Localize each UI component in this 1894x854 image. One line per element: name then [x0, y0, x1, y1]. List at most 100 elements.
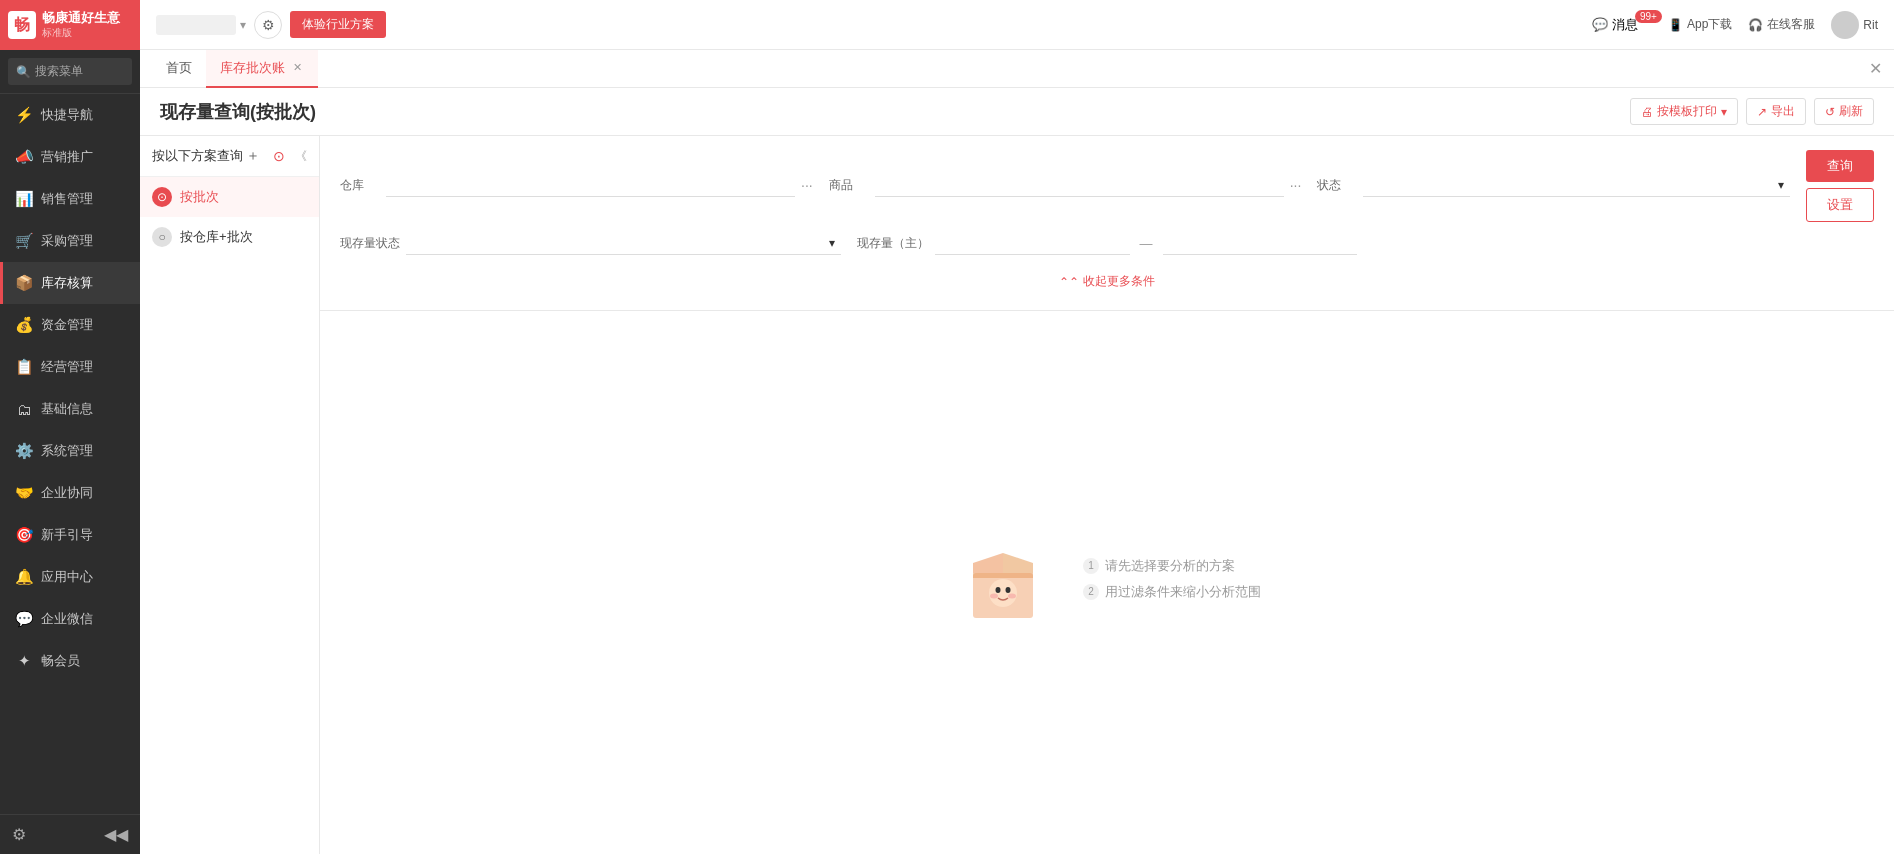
app-subtitle: 标准版: [42, 26, 120, 40]
phone-icon: 📱: [1668, 18, 1683, 32]
sidebar-item-operations[interactable]: 📋 经营管理: [0, 346, 140, 388]
sidebar-item-quick-nav[interactable]: ⚡ 快捷导航: [0, 94, 140, 136]
topbar: ▾ ⚙ 体验行业方案 💬 消息 99+ 📱 App下载 🎧 在线客服 Rit: [140, 0, 1894, 50]
tab-home[interactable]: 首页: [152, 50, 206, 88]
sidebar-item-label: 应用中心: [41, 568, 93, 586]
sidebar-item-enterprise[interactable]: 🤝 企业协同: [0, 472, 140, 514]
product-more-icon[interactable]: ···: [1290, 177, 1302, 193]
enterprise-icon: 🤝: [15, 484, 33, 502]
collapse-more-button[interactable]: ⌃⌃ 收起更多条件: [340, 265, 1874, 298]
add-scheme-button[interactable]: ＋: [243, 146, 263, 166]
tabs-right: ✕: [1869, 59, 1882, 78]
inventory-amount-min-input[interactable]: [935, 232, 1130, 255]
app-download-button[interactable]: 📱 App下载: [1668, 16, 1732, 33]
sidebar-item-finance[interactable]: 💰 资金管理: [0, 304, 140, 346]
scheme-label-warehouse-batch: 按仓库+批次: [180, 228, 253, 246]
inventory-amount-max-input[interactable]: [1163, 232, 1358, 255]
trial-button[interactable]: 体验行业方案: [290, 11, 386, 38]
app-download-label: App下载: [1687, 16, 1732, 33]
tab-inventory-batch[interactable]: 库存批次账 ✕: [206, 50, 318, 88]
product-field: 商品 ···: [829, 174, 1302, 197]
product-label: 商品: [829, 177, 869, 194]
sidebar-item-label: 销售管理: [41, 190, 93, 208]
sidebar-item-apps[interactable]: 🔔 应用中心: [0, 556, 140, 598]
settings-bottom-button[interactable]: ⚙: [12, 825, 26, 844]
left-panel-title: 按以下方案查询: [152, 147, 243, 165]
svg-rect-3: [973, 573, 1033, 578]
sidebar-item-guide[interactable]: 🎯 新手引导: [0, 514, 140, 556]
sidebar-item-wechat[interactable]: 💬 企业微信: [0, 598, 140, 640]
gear-button[interactable]: ⚙: [254, 11, 282, 39]
quick-nav-icon: ⚡: [15, 106, 33, 124]
svg-point-7: [990, 593, 998, 598]
status-select[interactable]: ▾: [1363, 174, 1790, 197]
collapse-text: 收起更多条件: [1083, 273, 1155, 290]
export-button[interactable]: ↗ 导出: [1746, 98, 1806, 125]
page-title: 现存量查询(按批次): [160, 100, 316, 124]
sidebar-item-label: 快捷导航: [41, 106, 93, 124]
tab-bar: 首页 库存批次账 ✕ ✕: [140, 50, 1894, 88]
main-area: ▾ ⚙ 体验行业方案 💬 消息 99+ 📱 App下载 🎧 在线客服 Rit: [140, 0, 1894, 854]
warehouse-input[interactable]: [386, 174, 795, 197]
sidebar-search[interactable]: 🔍 搜索菜单: [0, 50, 140, 94]
svg-marker-2: [1003, 553, 1033, 573]
collapse-sidebar-button[interactable]: ◀◀: [104, 825, 128, 844]
btn-actions: 查询 设置: [1806, 148, 1874, 222]
search-menu-button[interactable]: 🔍 搜索菜单: [8, 58, 132, 85]
search-menu-label: 搜索菜单: [35, 63, 83, 80]
sidebar-item-basic-info[interactable]: 🗂 基础信息: [0, 388, 140, 430]
step2-text: 用过滤条件来缩小分析范围: [1105, 583, 1261, 601]
message-button[interactable]: 💬 消息 99+: [1592, 16, 1652, 34]
purchase-icon: 🛒: [15, 232, 33, 250]
warehouse-more-icon[interactable]: ···: [801, 177, 813, 193]
status-dropdown-icon: ▾: [1778, 178, 1784, 192]
svg-point-5: [996, 587, 1001, 593]
print-button[interactable]: 🖨 按模板打印 ▾: [1630, 98, 1738, 125]
warehouse-label: 仓库: [340, 177, 380, 194]
sidebar-item-inventory[interactable]: 📦 库存核算: [0, 262, 140, 304]
message-label: 消息: [1612, 16, 1638, 34]
search-icon: 🔍: [16, 65, 31, 79]
sidebar-item-label: 营销推广: [41, 148, 93, 166]
left-panel: 按以下方案查询 ＋ ⊙ 《 ⊙ 按批次 ○ 按仓库+批次: [140, 136, 320, 854]
export-icon: ↗: [1757, 105, 1767, 119]
sidebar-item-vip[interactable]: ✦ 畅会员: [0, 640, 140, 682]
close-all-tabs-button[interactable]: ✕: [1869, 59, 1882, 78]
collapse-left-panel-button[interactable]: 《: [295, 148, 307, 165]
svg-point-4: [989, 579, 1017, 607]
page-header: 现存量查询(按批次) 🖨 按模板打印 ▾ ↗ 导出 ↺ 刷新: [140, 88, 1894, 136]
message-icon: 💬: [1592, 17, 1608, 32]
breadcrumb: ▾: [156, 15, 246, 35]
tab-close-button[interactable]: ✕: [291, 61, 304, 74]
scheme-item-batch[interactable]: ⊙ 按批次: [140, 177, 319, 217]
sidebar-item-purchase[interactable]: 🛒 采购管理: [0, 220, 140, 262]
sidebar-header: 畅 畅康通好生意 标准版: [0, 0, 140, 50]
refresh-button[interactable]: ↺ 刷新: [1814, 98, 1874, 125]
inventory-icon: 📦: [15, 274, 33, 292]
inventory-amount-label: 现存量（主）: [857, 235, 929, 252]
scheme-settings-button[interactable]: ⊙: [269, 146, 289, 166]
refresh-label: 刷新: [1839, 103, 1863, 120]
page-actions: 🖨 按模板打印 ▾ ↗ 导出 ↺ 刷新: [1630, 98, 1874, 125]
service-label: 在线客服: [1767, 16, 1815, 33]
product-input[interactable]: [875, 174, 1284, 197]
scheme-item-warehouse-batch[interactable]: ○ 按仓库+批次: [140, 217, 319, 257]
inventory-status-select[interactable]: ▾: [406, 232, 841, 255]
settings-button[interactable]: 设置: [1806, 188, 1874, 222]
customer-service-button[interactable]: 🎧 在线客服: [1748, 16, 1815, 33]
left-panel-actions: ＋ ⊙ 《: [243, 146, 307, 166]
system-icon: ⚙️: [15, 442, 33, 460]
query-button[interactable]: 查询: [1806, 150, 1874, 182]
sidebar-item-label: 畅会员: [41, 652, 80, 670]
user-menu[interactable]: Rit: [1831, 11, 1878, 39]
empty-text: 1 请先选择要分析的方案 2 用过滤条件来缩小分析范围: [1083, 557, 1261, 609]
breadcrumb-input[interactable]: [156, 15, 236, 35]
guide-icon: 🎯: [15, 526, 33, 544]
app-title: 畅康通好生意: [42, 10, 120, 26]
step1-num: 1: [1083, 558, 1099, 574]
sidebar-item-label: 采购管理: [41, 232, 93, 250]
sidebar-item-sales[interactable]: 📊 销售管理: [0, 178, 140, 220]
sidebar-item-marketing[interactable]: 📣 营销推广: [0, 136, 140, 178]
finance-icon: 💰: [15, 316, 33, 334]
sidebar-item-system[interactable]: ⚙️ 系统管理: [0, 430, 140, 472]
